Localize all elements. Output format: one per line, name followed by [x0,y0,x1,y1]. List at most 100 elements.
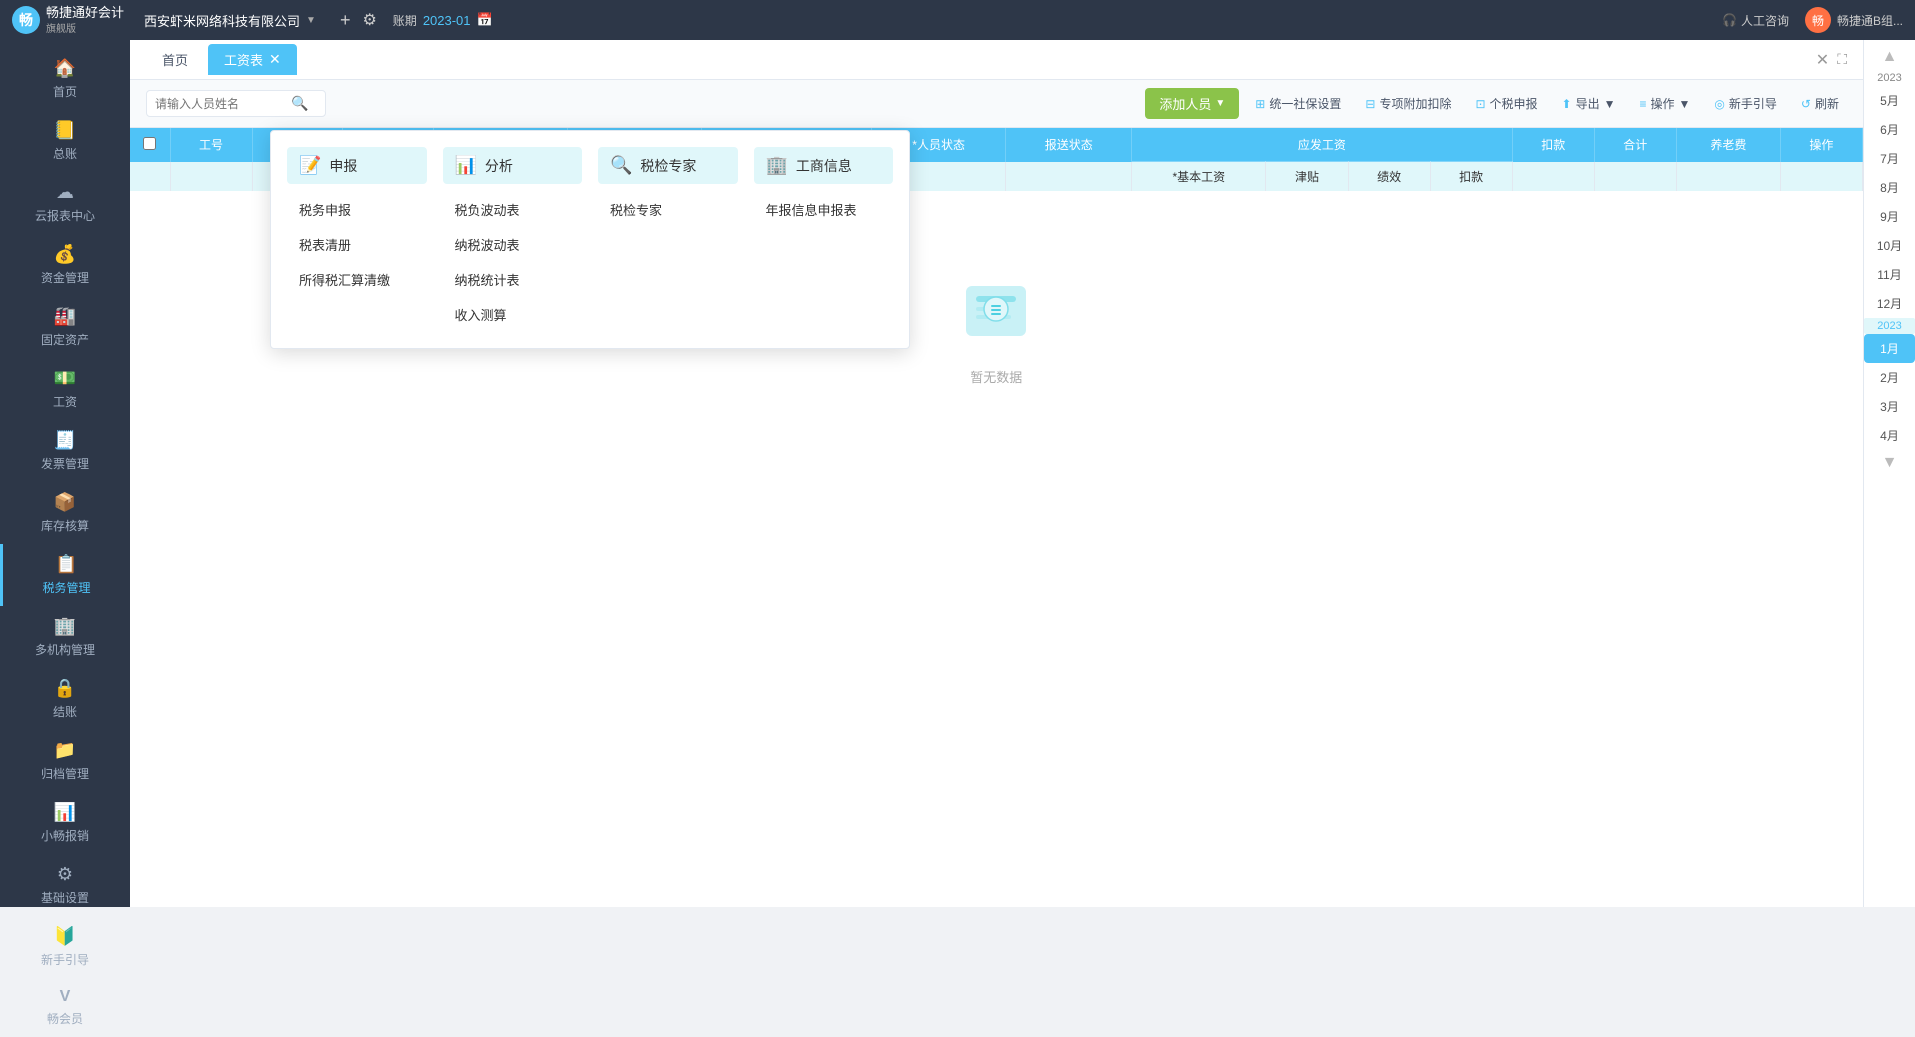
guide-button[interactable]: ◎ 新手引导 [1706,91,1785,116]
popup-header-tax-expert: 🔍 税检专家 [598,147,738,184]
sidebar-item-cloud-report[interactable]: ☁ 云报表中心 [0,172,130,234]
headset-icon: 🎧 [1722,13,1737,27]
calendar-month-2[interactable]: 2月 [1864,363,1915,392]
user-name: 畅捷通B组... [1837,12,1903,29]
calendar-month-5[interactable]: 5月 [1864,86,1915,115]
home-icon: 🏠 [54,58,76,79]
empty-icon [956,271,1036,351]
multi-org-icon: 🏢 [54,616,76,637]
calendar-month-10[interactable]: 10月 [1864,231,1915,260]
settings-icon[interactable]: ⚙ [362,10,376,30]
refresh-button[interactable]: ↺ 刷新 [1793,91,1847,116]
menu-item-annual-report[interactable]: 年报信息申报表 [754,192,894,227]
special-deduction-button[interactable]: ⊟ 专项附加扣除 [1357,91,1459,116]
company-selector[interactable]: 西安虾米网络科技有限公司 ▼ [144,11,316,30]
menu-item-tax-burden[interactable]: 税负波动表 [443,192,583,227]
period-value[interactable]: 2023-01 [423,13,471,28]
period-info: 账期 2023-01 📅 [393,12,493,29]
vip-icon: V [60,988,71,1006]
sidebar-item-closing[interactable]: 🔒 结账 [0,668,130,730]
calendar-nav-up[interactable]: ▲ [1864,44,1915,70]
th-sub-empty11 [1594,162,1676,192]
sidebar-item-home[interactable]: 🏠 首页 [0,48,130,110]
calendar-month-7[interactable]: 7月 [1864,144,1915,173]
calendar-icon[interactable]: 📅 [477,12,493,28]
th-performance: 绩效 [1348,162,1430,192]
calendar-month-8[interactable]: 8月 [1864,173,1915,202]
sidebar-item-tax[interactable]: 📋 税务管理 [0,544,130,606]
window-controls: ✕ ⛶ [1816,50,1847,70]
add-icon[interactable]: + [340,10,351,31]
logo-text-group: 畅捷通好会计 旗舰版 [46,5,124,36]
menu-item-income-tax-settle[interactable]: 所得税汇算清缴 [287,262,427,297]
select-all-checkbox[interactable] [143,137,156,150]
menu-item-tax-stats[interactable]: 纳税统计表 [443,262,583,297]
calendar-year-2023-marker: 2023 [1864,318,1915,334]
tab-home[interactable]: 首页 [146,44,204,75]
company-name: 西安虾米网络科技有限公司 [144,11,300,30]
th-pension: 养老费 [1676,128,1780,162]
social-icon: ⊞ [1255,97,1265,111]
add-btn-arrow: ▼ [1215,98,1225,109]
add-btn-label: 添加人员 [1159,94,1211,113]
ledger-icon: 📒 [54,120,76,141]
empty-text: 暂无数据 [970,367,1022,386]
user-info[interactable]: 畅 畅捷通B组... [1805,7,1903,33]
app-title: 畅捷通好会计 [46,5,124,21]
sidebar-item-invoice[interactable]: 🧾 发票管理 [0,420,130,482]
tax-declaration-button[interactable]: ⊡ 个税申报 [1467,91,1545,116]
calendar-month-1-active[interactable]: 1月 [1864,334,1915,363]
sidebar-item-xiaochang[interactable]: 📊 小畅报销 [0,792,130,854]
popup-col-declaration: 📝 申报 税务申报 税表清册 所得税汇算清缴 [287,147,427,332]
th-checkbox[interactable] [130,128,170,162]
tab-close-icon[interactable]: ✕ [269,51,281,68]
sidebar-item-fixed-assets[interactable]: 🏭 固定资产 [0,296,130,358]
menu-item-tax-expert[interactable]: 税检专家 [598,192,738,227]
menu-item-tax-payment[interactable]: 纳税波动表 [443,227,583,262]
social-security-button[interactable]: ⊞ 统一社保设置 [1247,91,1349,116]
help-button[interactable]: 🎧 人工咨询 [1722,12,1789,29]
content-area: 首页 工资表 ✕ ✕ ⛶ 🔍 添加人员 ▼ ⊞ [130,40,1863,907]
th-sub-empty2 [170,162,252,192]
add-employee-button[interactable]: 添加人员 ▼ [1145,88,1239,119]
sidebar-item-inventory[interactable]: 📦 库存核算 [0,482,130,544]
tab-bar: 首页 工资表 ✕ ✕ ⛶ [130,40,1863,80]
th-deduction: 扣款 [1430,162,1512,192]
tab-salary-label: 工资表 [224,50,263,69]
sidebar-item-multi-org[interactable]: 🏢 多机构管理 [0,606,130,668]
guide-btn-icon: ◎ [1714,97,1724,111]
calendar-month-4[interactable]: 4月 [1864,421,1915,450]
assets-icon: 🏭 [54,306,76,327]
top-bar: 畅 畅捷通好会计 旗舰版 西安虾米网络科技有限公司 ▼ + ⚙ 账期 2023-… [0,0,1915,40]
operate-button[interactable]: ≡ 操作 ▼ [1632,91,1699,116]
inventory-icon: 📦 [54,492,76,513]
menu-item-tax-declaration[interactable]: 税务申报 [287,192,427,227]
app-subtitle: 旗舰版 [46,20,124,35]
menu-item-tax-register[interactable]: 税表清册 [287,227,427,262]
export-button[interactable]: ⬆ 导出 ▼ [1554,91,1624,116]
sidebar-item-ledger[interactable]: 📒 总账 [0,110,130,172]
sidebar-item-fund[interactable]: 💰 资金管理 [0,234,130,296]
sidebar-item-vip[interactable]: V 畅会员 [0,978,130,1037]
menu-item-income-calc[interactable]: 收入测算 [443,297,583,332]
calendar-month-12[interactable]: 12月 [1864,289,1915,318]
app-logo: 畅 畅捷通好会计 旗舰版 [12,5,124,36]
calendar-nav-down[interactable]: ▼ [1864,450,1915,476]
calendar-month-9[interactable]: 9月 [1864,202,1915,231]
sidebar-item-salary[interactable]: 💵 工资 [0,358,130,420]
window-maximize-icon[interactable]: ⛶ [1837,51,1847,68]
calendar-month-3[interactable]: 3月 [1864,392,1915,421]
window-close-icon[interactable]: ✕ [1816,50,1829,70]
popup-header-analysis: 📊 分析 [443,147,583,184]
sidebar-item-guide[interactable]: 🔰 新手引导 [0,916,130,978]
sidebar-item-archive[interactable]: 📁 归档管理 [0,730,130,792]
cloud-icon: ☁ [56,182,74,203]
search-input[interactable] [155,97,285,111]
toolbar: 🔍 添加人员 ▼ ⊞ 统一社保设置 ⊟ 专项附加扣除 ⊡ 个税申报 ⬆ 导出 [130,80,1863,128]
tab-salary[interactable]: 工资表 ✕ [208,44,297,75]
calendar-month-11[interactable]: 11月 [1864,260,1915,289]
popup-col-business: 🏢 工商信息 年报信息申报表 [754,147,894,332]
operate-arrow: ▼ [1679,97,1691,111]
popup-header-declaration: 📝 申报 [287,147,427,184]
calendar-month-6[interactable]: 6月 [1864,115,1915,144]
